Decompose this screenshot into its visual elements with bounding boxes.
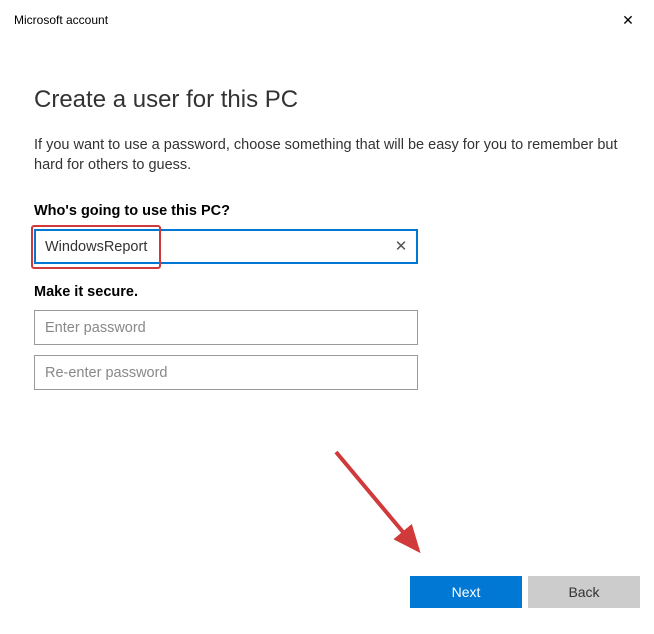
password-input[interactable] (34, 310, 418, 345)
page-heading: Create a user for this PC (34, 86, 620, 114)
password-confirm-input[interactable] (34, 355, 418, 390)
titlebar: Microsoft account ✕ (0, 0, 654, 36)
username-input[interactable] (34, 229, 418, 264)
username-input-wrap: ✕ (34, 229, 418, 264)
secure-label: Make it secure. (34, 284, 620, 300)
annotation-arrow (322, 438, 442, 568)
window-title: Microsoft account (14, 13, 108, 27)
close-button[interactable]: ✕ (606, 6, 650, 34)
close-icon: ✕ (622, 12, 634, 29)
back-button[interactable]: Back (528, 576, 640, 608)
username-label: Who's going to use this PC? (34, 203, 620, 219)
clear-input-icon[interactable]: ✕ (392, 238, 410, 256)
page-description: If you want to use a password, choose so… (34, 136, 620, 175)
content-area: Create a user for this PC If you want to… (0, 36, 654, 420)
next-button[interactable]: Next (410, 576, 522, 608)
footer-buttons: Next Back (410, 576, 640, 608)
